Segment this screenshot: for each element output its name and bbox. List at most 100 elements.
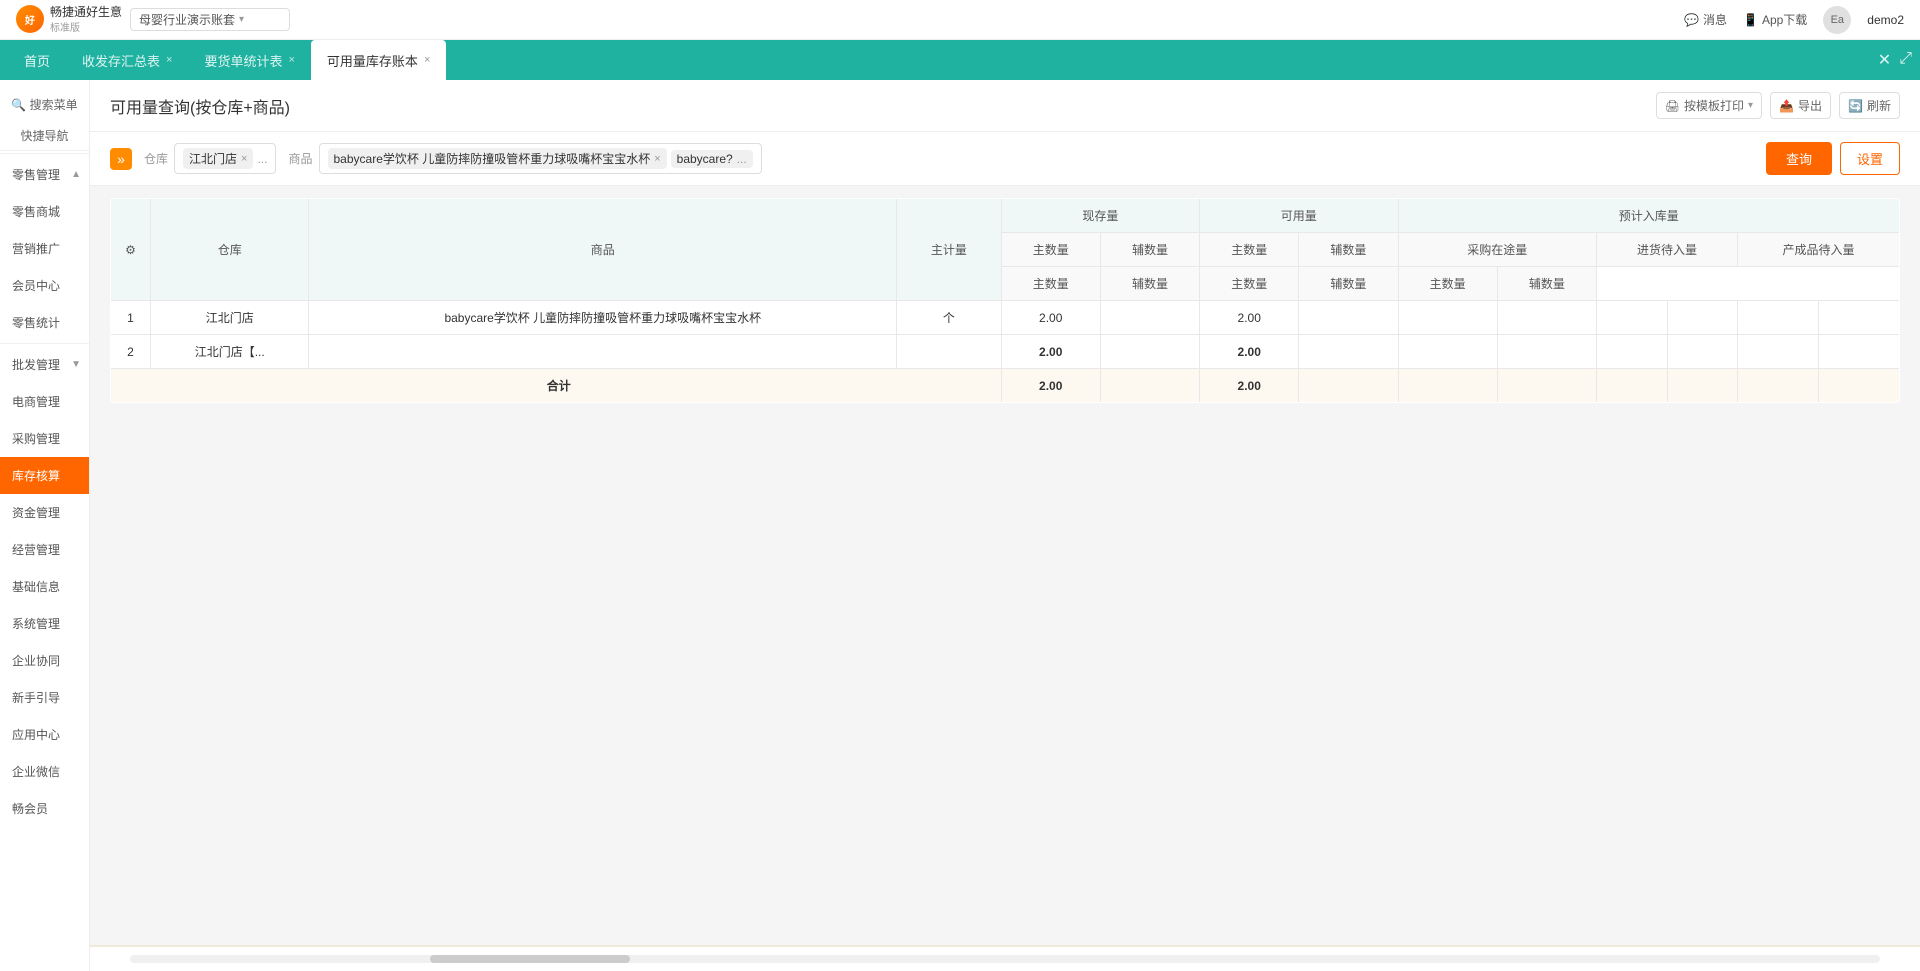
sidebar-item-vip[interactable]: 畅会员: [0, 790, 89, 827]
sidebar-item-guide[interactable]: 新手引导: [0, 679, 89, 716]
row-2-product-main: [1738, 335, 1819, 369]
sidebar-item-inventory-check-label: 库存核算: [12, 467, 60, 484]
gear-icon[interactable]: ⚙: [125, 243, 136, 257]
total-incoming-aux: [1667, 369, 1738, 403]
sidebar-item-operations[interactable]: 经营管理: [0, 531, 89, 568]
logo-text-area: 畅捷通好生意 标准版: [50, 5, 122, 34]
avatar[interactable]: Ea: [1823, 6, 1851, 34]
sidebar-item-enterprise-label: 企业协同: [12, 652, 60, 669]
table-header-avail-main: 主数量: [1200, 233, 1299, 267]
sidebar-search[interactable]: 🔍 搜索菜单: [0, 88, 89, 121]
table-header-current-main: 主数量: [1001, 233, 1100, 267]
sidebar-item-batch-mgmt-label: 批发管理: [12, 356, 60, 373]
tab-receive[interactable]: 收发存汇总表 ×: [66, 40, 188, 80]
sidebar-item-purchase[interactable]: 采购管理: [0, 420, 89, 457]
app-download-label: App下载: [1762, 11, 1807, 28]
table-header-unit: 主计量: [897, 199, 1001, 301]
content-area: 可用量查询(按仓库+商品) 🖨 按模板打印 ▾ 📤 导出 🔄 刷新 »: [90, 80, 1920, 971]
row-1-current-main: 2.00: [1001, 301, 1100, 335]
filter-expand-button[interactable]: »: [110, 148, 132, 170]
filter-actions: 查询 设置: [1766, 142, 1900, 175]
nav-expand-icon[interactable]: ⤢: [1899, 50, 1912, 70]
print-button[interactable]: 🖨 按模板打印 ▾: [1656, 92, 1762, 119]
sidebar-item-marketing[interactable]: 营销推广: [0, 230, 89, 267]
product-input[interactable]: babycare学饮杯 儿童防摔防撞吸管杯重力球吸嘴杯宝宝水杯 × babyca…: [319, 143, 762, 174]
scrollbar-thumb[interactable]: [430, 955, 630, 963]
table-header-available: 可用量: [1200, 199, 1398, 233]
table-header-product-pending-aux: 辅数量: [1497, 267, 1596, 301]
print-label: 按模板打印: [1684, 97, 1744, 114]
total-label: 合计: [111, 369, 1002, 403]
warehouse-tag-remove[interactable]: ×: [241, 153, 247, 165]
table-header-purchase-aux: 辅数量: [1100, 267, 1199, 301]
tab-order[interactable]: 要货单统计表 ×: [188, 40, 310, 80]
sidebar-item-member[interactable]: 会员中心: [0, 267, 89, 304]
message-icon: 💬: [1684, 13, 1699, 27]
total-avail-main: 2.00: [1200, 369, 1299, 403]
row-1-avail-main: 2.00: [1200, 301, 1299, 335]
row-1-no: 1: [111, 301, 151, 335]
sidebar-item-finance-label: 资金管理: [12, 504, 60, 521]
product-filter-group: 商品 babycare学饮杯 儿童防摔防撞吸管杯重力球吸嘴杯宝宝水杯 × bab…: [288, 143, 761, 174]
top-bar-right: 💬 消息 📱 App下载 Ea demo2: [1684, 6, 1904, 34]
table-header-product: 商品: [309, 199, 897, 301]
product-tag-1: babycare学饮杯 儿童防摔防撞吸管杯重力球吸嘴杯宝宝水杯 ×: [328, 148, 667, 169]
page-title: 可用量查询(按仓库+商品): [110, 94, 290, 118]
export-button[interactable]: 📤 导出: [1770, 92, 1831, 119]
query-button[interactable]: 查询: [1766, 142, 1832, 175]
tab-order-close[interactable]: ×: [288, 54, 294, 66]
logo-text: 畅捷通好生意: [50, 5, 122, 19]
sidebar-item-system-label: 系统管理: [12, 615, 60, 632]
sidebar-item-ecommerce[interactable]: 电商管理: [0, 383, 89, 420]
table-container: ⚙ 仓库 商品 主计量 现存量 可用量 预计入库量 主数量 辅数量 主数量 辅数…: [90, 186, 1920, 945]
sidebar-item-operations-label: 经营管理: [12, 541, 60, 558]
chevron-up-icon: ▲: [71, 169, 81, 180]
sidebar-item-batch-mgmt[interactable]: 批发管理 ▼: [0, 346, 89, 383]
row-1-warehouse: 江北门店: [151, 301, 309, 335]
sidebar-item-retail-mgmt[interactable]: 零售管理 ▲: [0, 156, 89, 193]
sidebar-item-finance[interactable]: 资金管理: [0, 494, 89, 531]
sidebar-search-label: 搜索菜单: [30, 98, 78, 112]
table-footer: [90, 945, 1920, 971]
row-1-purchase-main: [1398, 301, 1497, 335]
table-row: 2 江北门店【... 2.00 2.00: [111, 335, 1900, 369]
template-selector[interactable]: 母婴行业演示账套 ▾: [130, 8, 290, 31]
row-2-no: 2: [111, 335, 151, 369]
sidebar-item-guide-label: 新手引导: [12, 689, 60, 706]
table-header-avail-aux: 辅数量: [1299, 233, 1398, 267]
sidebar-item-basic-info[interactable]: 基础信息: [0, 568, 89, 605]
sidebar-item-enterprise[interactable]: 企业协同: [0, 642, 89, 679]
sidebar-item-app-center[interactable]: 应用中心: [0, 716, 89, 753]
total-incoming-main: [1597, 369, 1667, 403]
tab-receive-close[interactable]: ×: [166, 54, 172, 66]
horizontal-scrollbar[interactable]: [130, 955, 1880, 963]
avatar-initials: Ea: [1831, 14, 1844, 26]
sidebar-quick-nav[interactable]: 快捷导航: [0, 121, 89, 151]
row-2-incoming-main: [1597, 335, 1667, 369]
tab-inventory-close[interactable]: ×: [424, 54, 430, 66]
sidebar-item-retail-shop[interactable]: 零售商城: [0, 193, 89, 230]
nav-close-icon[interactable]: ✕: [1878, 50, 1891, 70]
row-2-purchase-aux: [1497, 335, 1596, 369]
row-2-avail-aux: [1299, 335, 1398, 369]
product-tag-1-remove[interactable]: ×: [654, 153, 660, 165]
logo-icon: 好: [16, 5, 44, 33]
product-tag-2-label: babycare?: [677, 152, 733, 166]
sidebar-item-inventory-check[interactable]: 库存核算: [0, 457, 89, 494]
table-header-gear[interactable]: ⚙: [111, 199, 151, 301]
tab-inventory[interactable]: 可用量库存账本 ×: [311, 40, 446, 80]
export-icon: 📤: [1779, 99, 1794, 113]
refresh-button[interactable]: 🔄 刷新: [1839, 92, 1900, 119]
settings-button[interactable]: 设置: [1840, 142, 1900, 175]
row-1-purchase-aux: [1497, 301, 1596, 335]
row-2-avail-main: 2.00: [1200, 335, 1299, 369]
warehouse-input[interactable]: 江北门店 × ...: [174, 143, 276, 174]
tab-home[interactable]: 首页: [8, 40, 66, 80]
sidebar: 🔍 搜索菜单 快捷导航 零售管理 ▲ 零售商城 营销推广 会员中心 零售统计 批…: [0, 80, 90, 971]
sidebar-item-retail-stats[interactable]: 零售统计: [0, 304, 89, 341]
main-layout: 🔍 搜索菜单 快捷导航 零售管理 ▲ 零售商城 营销推广 会员中心 零售统计 批…: [0, 80, 1920, 971]
message-button[interactable]: 💬 消息: [1684, 11, 1727, 28]
sidebar-item-enterprise-wx[interactable]: 企业微信: [0, 753, 89, 790]
sidebar-item-system[interactable]: 系统管理: [0, 605, 89, 642]
app-download-button[interactable]: 📱 App下载: [1743, 11, 1807, 28]
